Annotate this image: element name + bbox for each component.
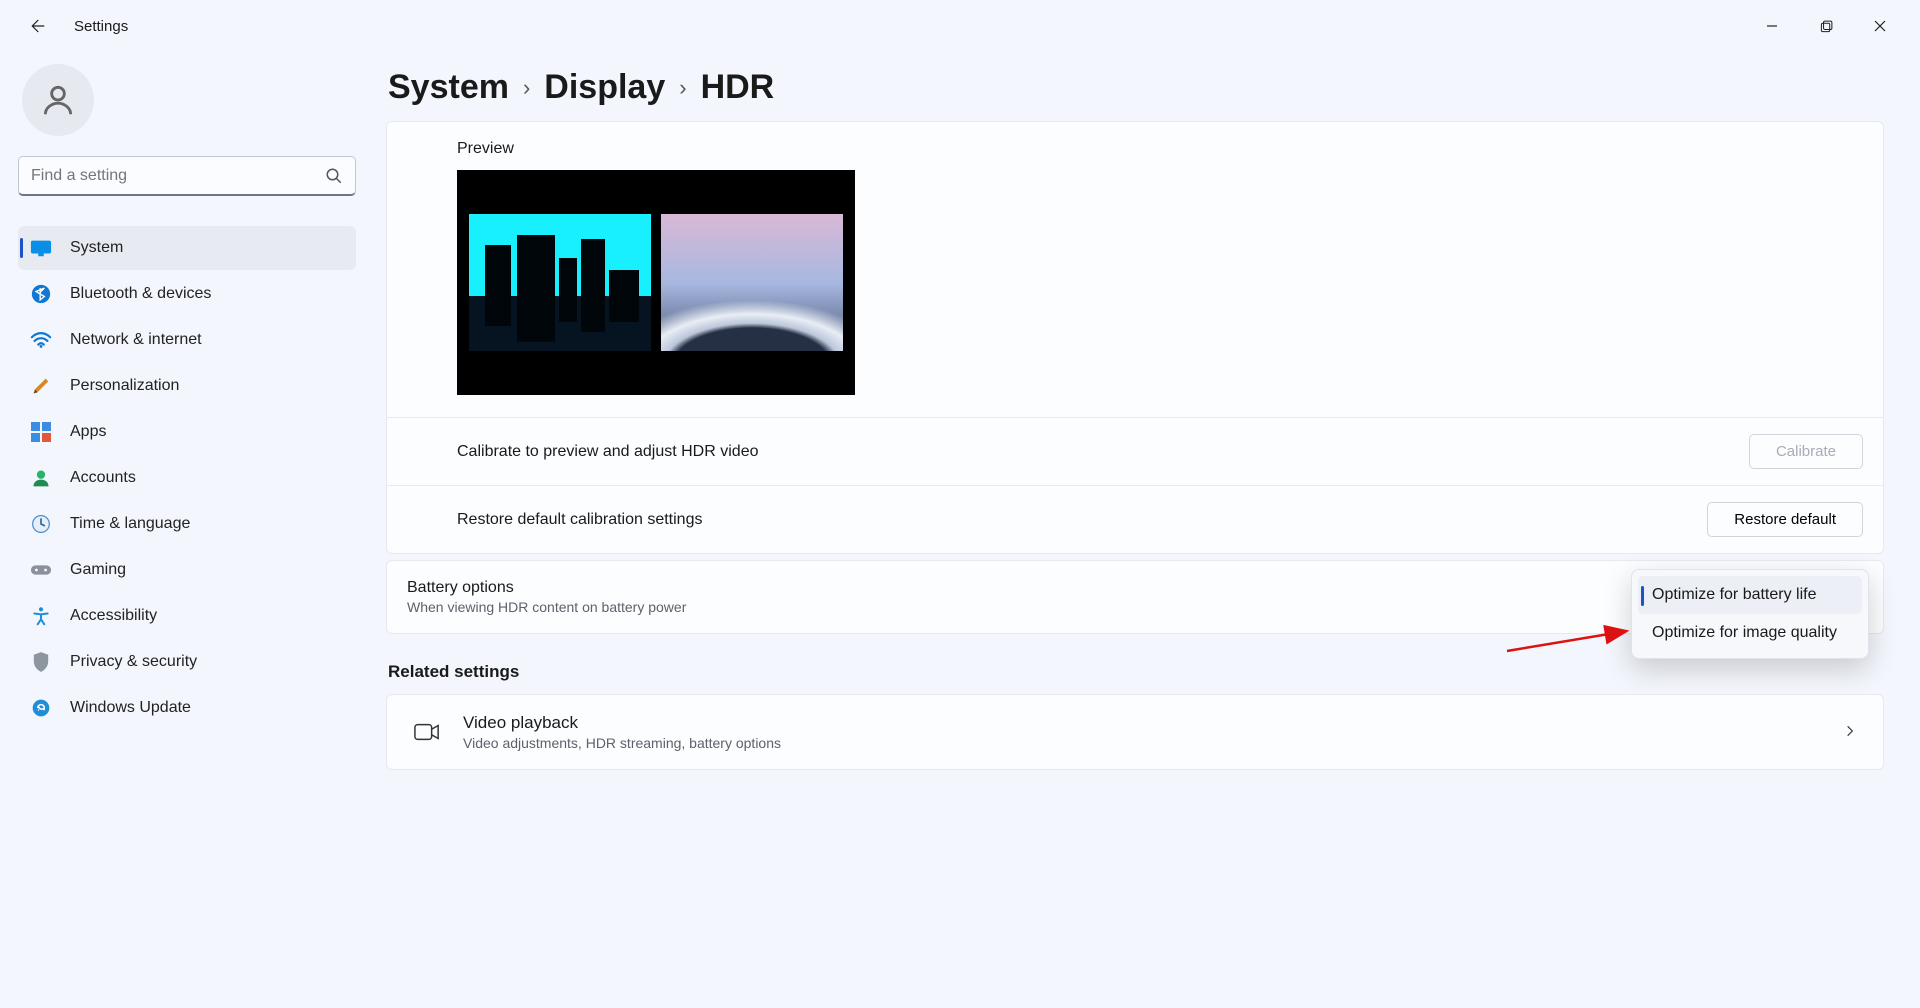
sidebar-item-label: Bluetooth & devices xyxy=(70,285,211,303)
video-icon xyxy=(413,718,441,746)
account-icon xyxy=(30,467,52,489)
sidebar-item-apps[interactable]: Apps xyxy=(18,410,356,454)
option-battery-life[interactable]: Optimize for battery life xyxy=(1638,576,1862,614)
minimize-icon xyxy=(1766,20,1778,32)
sidebar-item-accessibility[interactable]: Accessibility xyxy=(18,594,356,638)
chevron-right-icon: › xyxy=(679,75,686,101)
sidebar-item-label: Network & internet xyxy=(70,331,202,349)
video-playback-link[interactable]: Video playback Video adjustments, HDR st… xyxy=(386,694,1884,770)
hdr-preview-card: Preview Calibrate to preview and adjust … xyxy=(386,121,1884,554)
gamepad-icon xyxy=(30,559,52,581)
sidebar-item-accounts[interactable]: Accounts xyxy=(18,456,356,500)
restore-label: Restore default calibration settings xyxy=(457,511,1707,529)
video-playback-title: Video playback xyxy=(463,713,1821,733)
nav: System Bluetooth & devices Network & int… xyxy=(18,226,356,730)
breadcrumb-display[interactable]: Display xyxy=(544,68,665,107)
sidebar-item-label: Gaming xyxy=(70,561,126,579)
sidebar-item-label: Privacy & security xyxy=(70,653,197,671)
close-button[interactable] xyxy=(1858,10,1902,42)
sidebar: System Bluetooth & devices Network & int… xyxy=(0,52,370,1008)
window-controls xyxy=(1750,10,1912,42)
sidebar-item-label: Time & language xyxy=(70,515,190,533)
maximize-icon xyxy=(1820,20,1833,33)
person-icon xyxy=(39,81,77,119)
preview-image xyxy=(457,170,855,395)
clock-icon xyxy=(30,513,52,535)
restore-default-button[interactable]: Restore default xyxy=(1707,502,1863,537)
search-box[interactable] xyxy=(18,156,356,196)
chevron-right-icon xyxy=(1843,724,1857,741)
sidebar-item-label: Apps xyxy=(70,423,106,441)
sidebar-item-update[interactable]: Windows Update xyxy=(18,686,356,730)
calibrate-row: Calibrate to preview and adjust HDR vide… xyxy=(387,417,1883,485)
search-input[interactable] xyxy=(31,167,325,185)
back-button[interactable] xyxy=(16,6,56,46)
battery-options-card: Battery options When viewing HDR content… xyxy=(386,560,1884,634)
preview-label: Preview xyxy=(457,140,1883,158)
restore-row: Restore default calibration settings Res… xyxy=(387,485,1883,553)
title-bar: Settings xyxy=(0,0,1920,52)
annotation-arrow-icon xyxy=(1505,625,1635,655)
sidebar-item-label: Accounts xyxy=(70,469,136,487)
bluetooth-icon xyxy=(30,283,52,305)
sidebar-item-label: Windows Update xyxy=(70,699,191,717)
sidebar-item-system[interactable]: System xyxy=(18,226,356,270)
search-icon xyxy=(325,167,343,185)
calibrate-button[interactable]: Calibrate xyxy=(1749,434,1863,469)
main-panel: System › Display › HDR Preview Calibrate… xyxy=(370,52,1920,1008)
minimize-button[interactable] xyxy=(1750,10,1794,42)
sidebar-item-bluetooth[interactable]: Bluetooth & devices xyxy=(18,272,356,316)
apps-icon xyxy=(30,421,52,443)
wifi-icon xyxy=(30,329,52,351)
shield-icon xyxy=(30,651,52,673)
preview-mountain-image xyxy=(661,214,843,351)
avatar[interactable] xyxy=(22,64,94,136)
breadcrumb-system[interactable]: System xyxy=(388,68,509,107)
option-image-quality[interactable]: Optimize for image quality xyxy=(1638,614,1862,652)
breadcrumb: System › Display › HDR xyxy=(386,68,1884,107)
app-title: Settings xyxy=(74,18,128,35)
breadcrumb-current: HDR xyxy=(701,68,775,107)
display-icon xyxy=(30,237,52,259)
preview-city-image xyxy=(469,214,651,351)
calibrate-label: Calibrate to preview and adjust HDR vide… xyxy=(457,443,1749,461)
maximize-button[interactable] xyxy=(1804,10,1848,42)
update-icon xyxy=(30,697,52,719)
chevron-right-icon: › xyxy=(523,75,530,101)
sidebar-item-time[interactable]: Time & language xyxy=(18,502,356,546)
sidebar-item-gaming[interactable]: Gaming xyxy=(18,548,356,592)
sidebar-item-personalization[interactable]: Personalization xyxy=(18,364,356,408)
sidebar-item-privacy[interactable]: Privacy & security xyxy=(18,640,356,684)
video-playback-subtitle: Video adjustments, HDR streaming, batter… xyxy=(463,735,1821,751)
sidebar-item-label: Personalization xyxy=(70,377,179,395)
sidebar-item-label: System xyxy=(70,239,123,257)
battery-options-dropdown: Optimize for battery life Optimize for i… xyxy=(1631,569,1869,659)
brush-icon xyxy=(30,375,52,397)
sidebar-item-label: Accessibility xyxy=(70,607,157,625)
sidebar-item-network[interactable]: Network & internet xyxy=(18,318,356,362)
accessibility-icon xyxy=(30,605,52,627)
arrow-left-icon xyxy=(27,17,45,35)
related-settings-heading: Related settings xyxy=(388,662,1884,682)
close-icon xyxy=(1874,20,1886,32)
